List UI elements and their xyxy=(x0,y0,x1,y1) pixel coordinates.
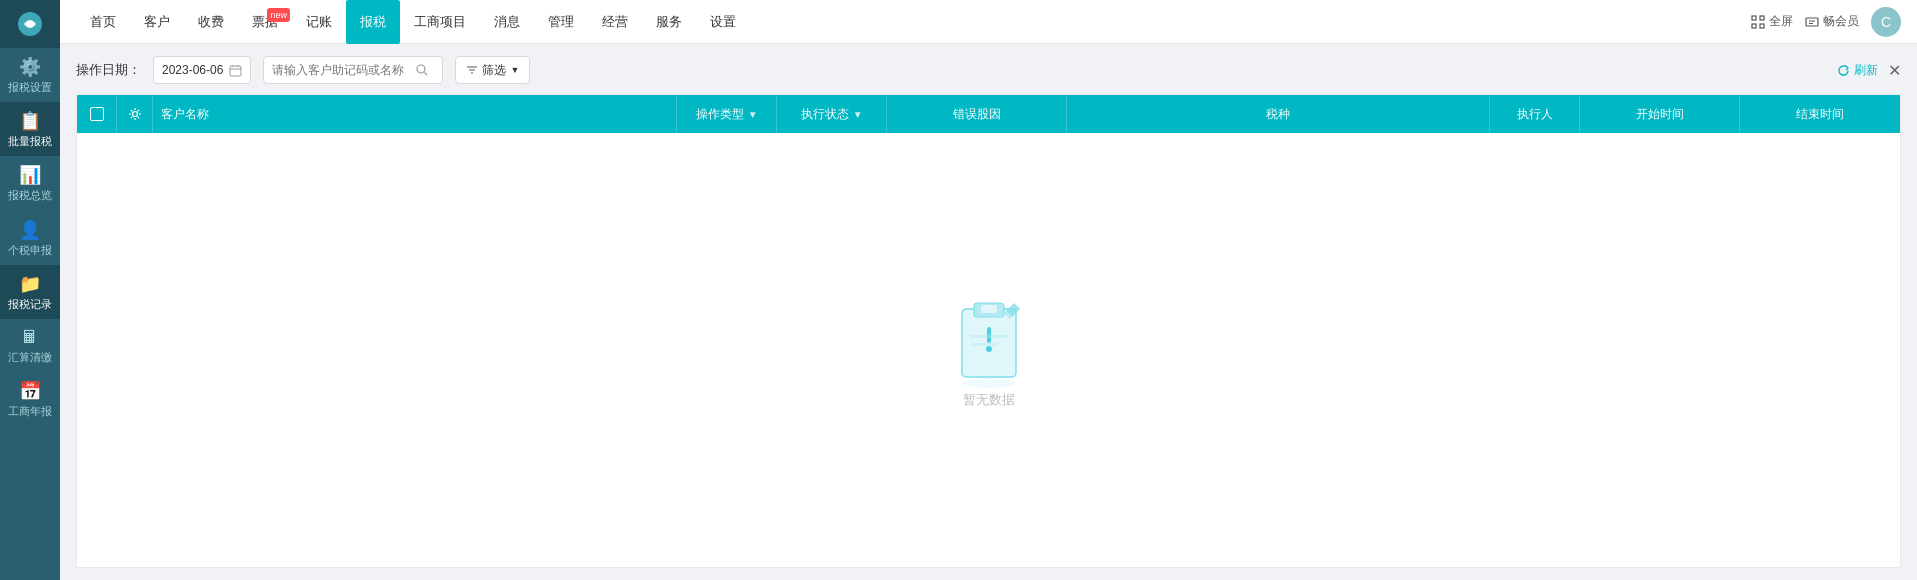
table-header: 客户名称 操作类型 ▼ 执行状态 ▼ 错误股因 税种 xyxy=(77,95,1900,133)
fullscreen-btn[interactable]: 全屏 xyxy=(1751,13,1793,30)
sidebar-item-label: 批量报税 xyxy=(8,135,52,148)
nav-billing[interactable]: 收费 xyxy=(184,0,238,44)
nav-customer[interactable]: 客户 xyxy=(130,0,184,44)
sidebar-item-label: 报税设置 xyxy=(8,81,52,94)
svg-rect-7 xyxy=(230,66,241,76)
search-box[interactable] xyxy=(263,56,443,84)
refresh-icon xyxy=(1837,64,1850,77)
fullscreen-label: 全屏 xyxy=(1769,13,1793,30)
svg-rect-4 xyxy=(1752,24,1756,28)
op-type-sort-icon: ▼ xyxy=(748,109,758,120)
nav-tax[interactable]: 报税 xyxy=(346,0,400,44)
search-icon xyxy=(416,64,428,76)
filter-button[interactable]: 筛选 ▼ xyxy=(455,56,530,84)
svg-point-8 xyxy=(417,65,425,73)
sidebar-item-label: 个税申报 xyxy=(8,244,52,257)
close-button[interactable]: ✕ xyxy=(1888,61,1901,80)
invoice-badge: new xyxy=(267,8,290,22)
main-container: 首页 客户 收费 票据 new 记账 报税 工商项目 消息 管理 经营 xyxy=(60,0,1917,580)
sidebar-item-tax-settings[interactable]: ⚙️ 报税设置 xyxy=(0,48,60,102)
table-container: 客户名称 操作类型 ▼ 执行状态 ▼ 错误股因 税种 xyxy=(76,94,1901,568)
svg-point-13 xyxy=(986,346,992,352)
batch-tax-icon: 📋 xyxy=(19,110,41,132)
svg-rect-12 xyxy=(981,305,997,313)
nav-accounting[interactable]: 记账 xyxy=(292,0,346,44)
member-btn[interactable]: 畅会员 xyxy=(1805,13,1859,30)
sidebar-item-calculation[interactable]: 🖩 汇算清缴 xyxy=(0,319,60,372)
search-input[interactable] xyxy=(272,63,412,77)
sidebar-item-label: 报税总览 xyxy=(8,189,52,202)
date-picker[interactable]: 2023-06-06 xyxy=(153,56,251,84)
empty-text: 暂无数据 xyxy=(963,391,1015,409)
sidebar-item-label: 报税记录 xyxy=(8,298,52,311)
header-checkbox[interactable] xyxy=(90,107,104,121)
th-client: 客户名称 xyxy=(153,95,677,133)
annual-report-icon: 📅 xyxy=(19,380,41,402)
sidebar-item-label: 工商年报 xyxy=(8,405,52,418)
nav-manage[interactable]: 管理 xyxy=(534,0,588,44)
th-error: 错误股因 xyxy=(887,95,1067,133)
chevron-down-icon: ▼ xyxy=(510,65,519,75)
sidebar-item-annual-report[interactable]: 📅 工商年报 xyxy=(0,372,60,426)
filter-icon xyxy=(466,64,478,76)
sidebar-logo xyxy=(0,0,60,48)
empty-state: 暂无数据 xyxy=(944,291,1034,409)
svg-rect-5 xyxy=(1760,24,1764,28)
svg-point-1 xyxy=(27,21,33,27)
filter-label: 筛选 xyxy=(482,62,506,79)
top-nav: 首页 客户 收费 票据 new 记账 报税 工商项目 消息 管理 经营 xyxy=(60,0,1917,44)
sidebar-item-label: 汇算清缴 xyxy=(8,351,52,364)
sidebar: ⚙️ 报税设置 📋 批量报税 📊 报税总览 👤 个税申报 📁 报税记录 🖩 汇算… xyxy=(0,0,60,580)
calendar-icon xyxy=(229,64,242,77)
empty-clipboard-icon xyxy=(944,291,1034,391)
content-area: 操作日期： 2023-06-06 筛选 ▼ 刷新 xyxy=(60,44,1917,580)
nav-invoice[interactable]: 票据 new xyxy=(238,0,292,44)
gear-icon xyxy=(128,107,142,121)
member-label: 畅会员 xyxy=(1823,13,1859,30)
refresh-button[interactable]: 刷新 xyxy=(1837,62,1878,79)
toolbar-right: 刷新 ✕ xyxy=(1837,61,1901,80)
nav-operation[interactable]: 经营 xyxy=(588,0,642,44)
th-start: 开始时间 xyxy=(1580,95,1740,133)
calculation-icon: 🖩 xyxy=(21,327,39,348)
tax-records-icon: 📁 xyxy=(19,273,41,295)
toolbar: 操作日期： 2023-06-06 筛选 ▼ 刷新 xyxy=(76,56,1901,84)
sidebar-item-tax-overview[interactable]: 📊 报税总览 xyxy=(0,156,60,210)
th-check[interactable] xyxy=(77,95,117,133)
svg-rect-15 xyxy=(970,335,1008,338)
svg-point-17 xyxy=(963,378,1015,388)
svg-point-9 xyxy=(132,112,137,117)
th-tax: 税种 xyxy=(1067,95,1490,133)
nav-message[interactable]: 消息 xyxy=(480,0,534,44)
svg-rect-2 xyxy=(1752,16,1756,20)
th-executor: 执行人 xyxy=(1490,95,1580,133)
nav-service[interactable]: 服务 xyxy=(642,0,696,44)
refresh-label: 刷新 xyxy=(1854,62,1878,79)
svg-rect-3 xyxy=(1760,16,1764,20)
page-body: 操作日期： 2023-06-06 筛选 ▼ 刷新 xyxy=(60,44,1917,580)
th-end: 结束时间 xyxy=(1740,95,1900,133)
th-gear[interactable] xyxy=(117,95,153,133)
sidebar-item-tax-records[interactable]: 📁 报税记录 xyxy=(0,265,60,319)
tax-settings-icon: ⚙️ xyxy=(19,56,41,78)
svg-rect-16 xyxy=(970,343,998,346)
nav-home[interactable]: 首页 xyxy=(76,0,130,44)
sidebar-item-personal-tax[interactable]: 👤 个税申报 xyxy=(0,211,60,265)
th-status[interactable]: 执行状态 ▼ xyxy=(777,95,887,133)
svg-rect-6 xyxy=(1806,18,1818,26)
nav-business[interactable]: 工商项目 xyxy=(400,0,480,44)
status-sort-icon: ▼ xyxy=(853,109,863,120)
nav-settings[interactable]: 设置 xyxy=(696,0,750,44)
sidebar-item-batch-tax[interactable]: 📋 批量报税 xyxy=(0,102,60,156)
date-value: 2023-06-06 xyxy=(162,63,223,77)
avatar[interactable]: C xyxy=(1871,7,1901,37)
th-op-type[interactable]: 操作类型 ▼ xyxy=(677,95,777,133)
date-label: 操作日期： xyxy=(76,61,141,79)
nav-right: 全屏 畅会员 C xyxy=(1751,7,1901,37)
tax-overview-icon: 📊 xyxy=(19,164,41,186)
table-body: 暂无数据 xyxy=(77,133,1900,567)
personal-tax-icon: 👤 xyxy=(19,219,41,241)
